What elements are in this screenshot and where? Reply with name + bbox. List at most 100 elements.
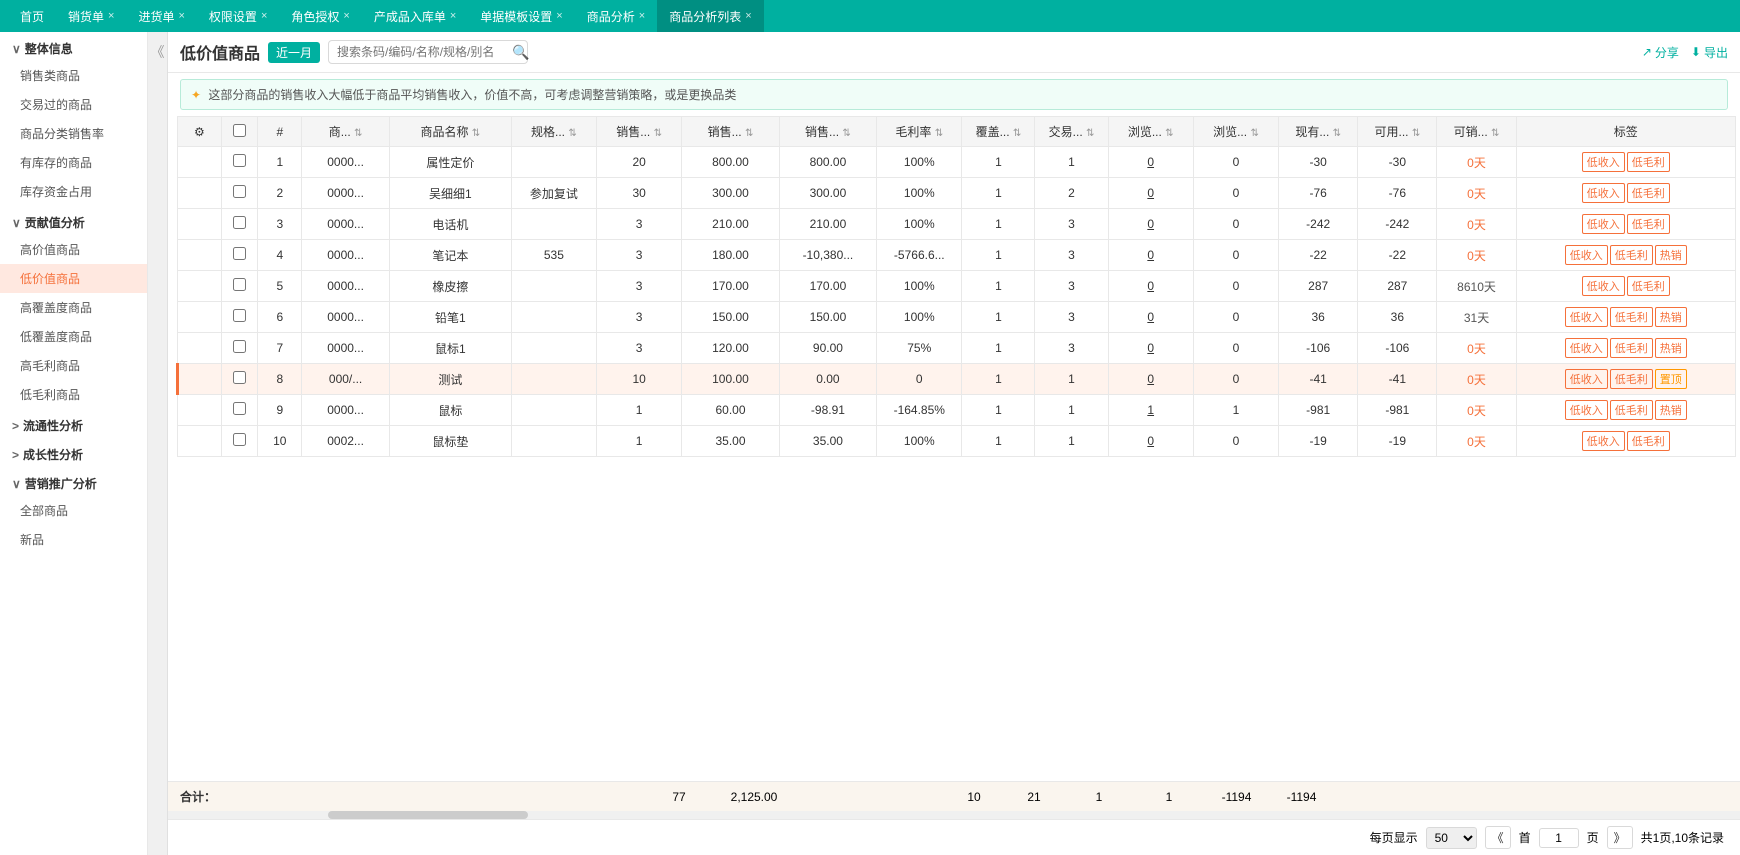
- cell-browse1[interactable]: 0: [1108, 426, 1193, 457]
- cell-browse1[interactable]: 1: [1108, 395, 1193, 426]
- cell-browse1[interactable]: 0: [1108, 240, 1193, 271]
- th-profit-rate[interactable]: 毛利率 ⇅: [877, 117, 962, 147]
- th-check[interactable]: [221, 117, 258, 147]
- sidebar-group-overall[interactable]: ∨ 整体信息: [0, 32, 147, 61]
- sidebar-item-stocked-products[interactable]: 有库存的商品: [0, 148, 147, 177]
- sidebar-item-stock-funds[interactable]: 库存资金占用: [0, 177, 147, 206]
- close-role-auth-icon[interactable]: ×: [343, 10, 349, 22]
- sidebar-item-high-coverage[interactable]: 高覆盖度商品: [0, 293, 147, 322]
- sidebar-item-low-profit[interactable]: 低毛利商品: [0, 380, 147, 409]
- sidebar-item-category-sales-rate[interactable]: 商品分类销售率: [0, 119, 147, 148]
- browse-link[interactable]: 0: [1147, 372, 1154, 386]
- scrollbar-thumb[interactable]: [328, 811, 528, 819]
- cell-browse1[interactable]: 0: [1108, 302, 1193, 333]
- cell-check[interactable]: [221, 240, 258, 271]
- sidebar-item-low-value[interactable]: 低价值商品: [0, 264, 147, 293]
- row-checkbox[interactable]: [233, 154, 246, 167]
- browse-link[interactable]: 1: [1147, 403, 1154, 417]
- sidebar-item-new-products[interactable]: 新品: [0, 525, 147, 554]
- cell-check[interactable]: [221, 147, 258, 178]
- row-checkbox[interactable]: [233, 309, 246, 322]
- close-purchase-order-icon[interactable]: ×: [178, 10, 184, 22]
- row-checkbox[interactable]: [233, 216, 246, 229]
- sidebar-item-high-value[interactable]: 高价值商品: [0, 235, 147, 264]
- nav-role-auth[interactable]: 角色授权 ×: [279, 0, 361, 32]
- th-sale-price[interactable]: 销售... ⇅: [682, 117, 779, 147]
- browse-link[interactable]: 0: [1147, 341, 1154, 355]
- cell-check[interactable]: [221, 271, 258, 302]
- th-sale-days[interactable]: 可销... ⇅: [1437, 117, 1516, 147]
- browse-link[interactable]: 0: [1147, 279, 1154, 293]
- cell-check[interactable]: [221, 364, 258, 395]
- cell-browse1[interactable]: 0: [1108, 333, 1193, 364]
- nav-template-settings[interactable]: 单据模板设置 ×: [468, 0, 574, 32]
- row-checkbox[interactable]: [233, 278, 246, 291]
- cell-check[interactable]: [221, 178, 258, 209]
- sidebar-item-all-products[interactable]: 全部商品: [0, 496, 147, 525]
- th-sale-qty[interactable]: 销售... ⇅: [597, 117, 682, 147]
- browse-link[interactable]: 0: [1147, 434, 1154, 448]
- close-product-list-icon[interactable]: ×: [745, 10, 751, 22]
- sidebar-collapse-btn[interactable]: 《: [148, 32, 168, 855]
- select-all-checkbox[interactable]: [233, 124, 246, 137]
- sidebar-item-low-coverage[interactable]: 低覆盖度商品: [0, 322, 147, 351]
- row-checkbox[interactable]: [233, 185, 246, 198]
- browse-link[interactable]: 0: [1147, 186, 1154, 200]
- sidebar-item-traded-products[interactable]: 交易过的商品: [0, 90, 147, 119]
- sidebar-group-liquidity[interactable]: > 流通性分析: [0, 409, 147, 438]
- cell-check[interactable]: [221, 302, 258, 333]
- first-page-btn[interactable]: 《: [1485, 826, 1511, 849]
- last-page-btn[interactable]: 》: [1607, 826, 1633, 849]
- row-checkbox[interactable]: [233, 247, 246, 260]
- sidebar-item-high-profit[interactable]: 高毛利商品: [0, 351, 147, 380]
- cell-check[interactable]: [221, 333, 258, 364]
- row-checkbox[interactable]: [233, 371, 246, 384]
- sidebar-group-contribution[interactable]: ∨ 贡献值分析: [0, 206, 147, 235]
- close-template-icon[interactable]: ×: [556, 10, 562, 22]
- th-name[interactable]: 商品名称 ⇅: [389, 117, 511, 147]
- nav-permission-settings[interactable]: 权限设置 ×: [197, 0, 279, 32]
- share-btn[interactable]: ↗ 分享: [1642, 44, 1679, 61]
- cell-check[interactable]: [221, 209, 258, 240]
- search-input[interactable]: [328, 40, 528, 64]
- cell-check[interactable]: [221, 426, 258, 457]
- th-trade[interactable]: 交易... ⇅: [1035, 117, 1108, 147]
- th-browse1[interactable]: 浏览... ⇅: [1108, 117, 1193, 147]
- nav-sales-order[interactable]: 销货单 ×: [56, 0, 126, 32]
- browse-link[interactable]: 0: [1147, 217, 1154, 231]
- th-stock2[interactable]: 可用... ⇅: [1358, 117, 1437, 147]
- row-checkbox[interactable]: [233, 340, 246, 353]
- horizontal-scrollbar[interactable]: [168, 811, 1740, 819]
- export-btn[interactable]: ⬇ 导出: [1691, 44, 1728, 61]
- nav-product-inbound[interactable]: 产成品入库单 ×: [362, 0, 468, 32]
- cell-check[interactable]: [221, 395, 258, 426]
- page-number-input[interactable]: [1539, 828, 1579, 848]
- nav-purchase-order[interactable]: 进货单 ×: [126, 0, 196, 32]
- table-wrapper[interactable]: ⚙ # 商... ⇅ 商品名称 ⇅ 规格... ⇅ 销售... ⇅ 销售... …: [168, 116, 1740, 781]
- nav-product-analysis-list[interactable]: 商品分析列表 ×: [657, 0, 763, 32]
- row-checkbox[interactable]: [233, 402, 246, 415]
- sidebar-item-sales-products[interactable]: 销售类商品: [0, 61, 147, 90]
- close-product-inbound-icon[interactable]: ×: [450, 10, 456, 22]
- nav-home[interactable]: 首页: [8, 0, 56, 32]
- close-product-analysis-icon[interactable]: ×: [639, 10, 645, 22]
- browse-link[interactable]: 0: [1147, 310, 1154, 324]
- th-stock1[interactable]: 现有... ⇅: [1279, 117, 1358, 147]
- th-browse2[interactable]: 浏览... ⇅: [1193, 117, 1278, 147]
- sidebar-group-growth[interactable]: > 成长性分析: [0, 438, 147, 467]
- th-coverage[interactable]: 覆盖... ⇅: [962, 117, 1035, 147]
- close-sales-order-icon[interactable]: ×: [108, 10, 114, 22]
- page-size-select[interactable]: 50 100 200: [1426, 827, 1477, 849]
- cell-browse1[interactable]: 0: [1108, 271, 1193, 302]
- cell-browse1[interactable]: 0: [1108, 364, 1193, 395]
- th-settings[interactable]: ⚙: [178, 117, 222, 147]
- th-sale-amount[interactable]: 销售... ⇅: [779, 117, 876, 147]
- cell-browse1[interactable]: 0: [1108, 178, 1193, 209]
- close-permission-icon[interactable]: ×: [261, 10, 267, 22]
- nav-product-analysis[interactable]: 商品分析 ×: [575, 0, 657, 32]
- row-checkbox[interactable]: [233, 433, 246, 446]
- search-icon[interactable]: 🔍: [512, 44, 529, 61]
- sidebar-group-marketing[interactable]: ∨ 营销推广分析: [0, 467, 147, 496]
- cell-browse1[interactable]: 0: [1108, 147, 1193, 178]
- th-code[interactable]: 商... ⇅: [302, 117, 390, 147]
